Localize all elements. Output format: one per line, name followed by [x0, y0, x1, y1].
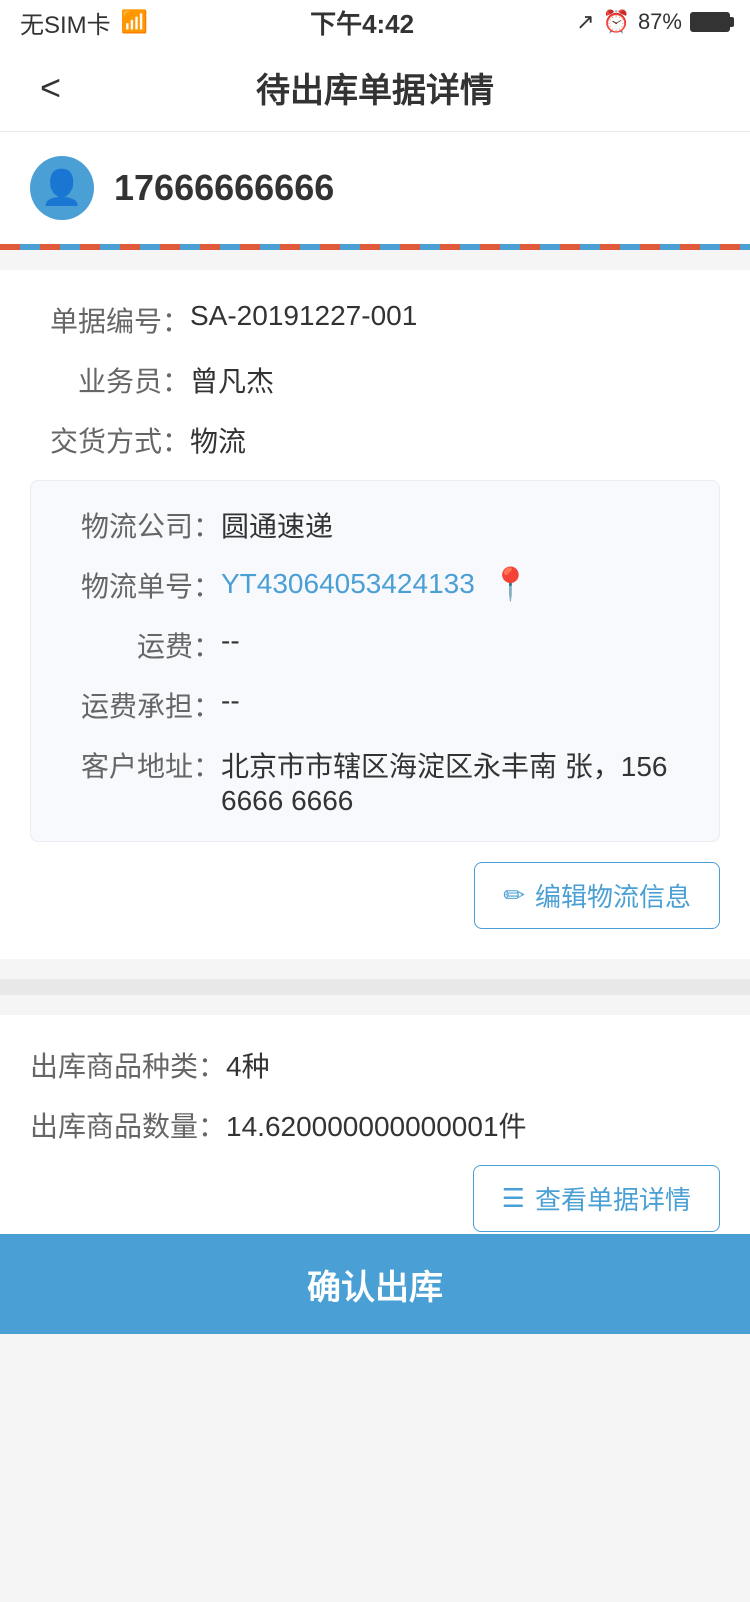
logistics-company-value: 圆通速递 [221, 505, 689, 545]
location-pin-icon[interactable]: 📍 [491, 565, 531, 603]
carrier-text: 无SIM卡 [20, 5, 111, 40]
stock-out-section: 出库商品种类： 4种 出库商品数量： 14.620000000000001件 ☰… [0, 1015, 750, 1262]
location-indicator-icon: ↗ [576, 9, 594, 35]
product-quantity-value: 14.620000000000001件 [226, 1105, 720, 1145]
tracking-number-value: YT43064053424133 [221, 568, 475, 600]
delivery-method-label: 交货方式： [30, 420, 190, 460]
content-area: 👤 17666666666 单据编号： SA-20191227-001 业务员：… [0, 132, 750, 1602]
section-divider [0, 979, 750, 995]
customer-phone: 17666666666 [114, 167, 334, 209]
logistics-info-box: 物流公司： 圆通速递 物流单号： YT43064053424133 📍 运费： … [30, 480, 720, 842]
sales-person-row: 业务员： 曾凡杰 [30, 360, 720, 400]
sales-person-value: 曾凡杰 [190, 360, 720, 400]
document-number-label: 单据编号： [30, 300, 190, 340]
logistics-company-label: 物流公司： [61, 505, 221, 545]
logistics-company-row: 物流公司： 圆通速递 [61, 505, 689, 545]
freight-label: 运费： [61, 625, 221, 665]
product-quantity-row: 出库商品数量： 14.620000000000001件 [30, 1105, 720, 1145]
edit-logistics-label: 编辑物流信息 [535, 877, 691, 914]
freight-value: -- [221, 625, 689, 657]
alarm-icon: ⏰ [603, 9, 630, 35]
freight-bearer-value: -- [221, 685, 689, 717]
tracking-number-row: 物流单号： YT43064053424133 📍 [61, 565, 689, 605]
footer-confirm-button[interactable]: 确认出库 [0, 1234, 750, 1334]
edit-icon: ✏ [503, 880, 525, 911]
confirm-out-label: 确认出库 [307, 1260, 443, 1309]
view-detail-button[interactable]: ☰ 查看单据详情 [473, 1165, 720, 1232]
status-right: ↗ ⏰ 87% [576, 9, 730, 35]
tracking-row: YT43064053424133 📍 [221, 565, 531, 603]
dashed-divider [0, 244, 750, 250]
product-type-value: 4种 [226, 1045, 720, 1085]
product-type-label: 出库商品种类： [30, 1045, 226, 1085]
customer-header: 👤 17666666666 [0, 132, 750, 244]
battery-percent: 87% [638, 9, 682, 35]
edit-btn-row: ✏ 编辑物流信息 [30, 862, 720, 929]
back-button[interactable]: < [30, 57, 71, 119]
view-detail-btn-row: ☰ 查看单据详情 [30, 1165, 720, 1232]
status-time: 下午4:42 [310, 4, 414, 41]
freight-bearer-row: 运费承担： -- [61, 685, 689, 725]
document-number-row: 单据编号： SA-20191227-001 [30, 300, 720, 340]
view-detail-icon: ☰ [502, 1183, 525, 1214]
address-row: 客户地址： 北京市市辖区海淀区永丰南 张，156 6666 6666 [61, 745, 689, 817]
document-number-value: SA-20191227-001 [190, 300, 720, 332]
view-detail-label: 查看单据详情 [535, 1180, 691, 1217]
address-label: 客户地址： [61, 745, 221, 785]
product-type-row: 出库商品种类： 4种 [30, 1045, 720, 1085]
address-value: 北京市市辖区海淀区永丰南 张，156 6666 6666 [221, 745, 689, 817]
basic-info-section: 单据编号： SA-20191227-001 业务员： 曾凡杰 交货方式： 物流 … [0, 270, 750, 959]
avatar-icon: 👤 [41, 168, 83, 208]
nav-bar: < 待出库单据详情 [0, 44, 750, 132]
page-title: 待出库单据详情 [256, 63, 494, 112]
tracking-number-label: 物流单号： [61, 565, 221, 605]
battery-icon [690, 12, 730, 32]
avatar: 👤 [30, 156, 94, 220]
status-bar: 无SIM卡 📶 下午4:42 ↗ ⏰ 87% [0, 0, 750, 44]
delivery-method-row: 交货方式： 物流 [30, 420, 720, 460]
status-left: 无SIM卡 📶 [20, 5, 148, 40]
product-quantity-label: 出库商品数量： [30, 1105, 226, 1145]
freight-row: 运费： -- [61, 625, 689, 665]
edit-logistics-button[interactable]: ✏ 编辑物流信息 [474, 862, 720, 929]
sales-person-label: 业务员： [30, 360, 190, 400]
freight-bearer-label: 运费承担： [61, 685, 221, 725]
wifi-icon: 📶 [121, 9, 148, 35]
delivery-method-value: 物流 [190, 420, 720, 460]
